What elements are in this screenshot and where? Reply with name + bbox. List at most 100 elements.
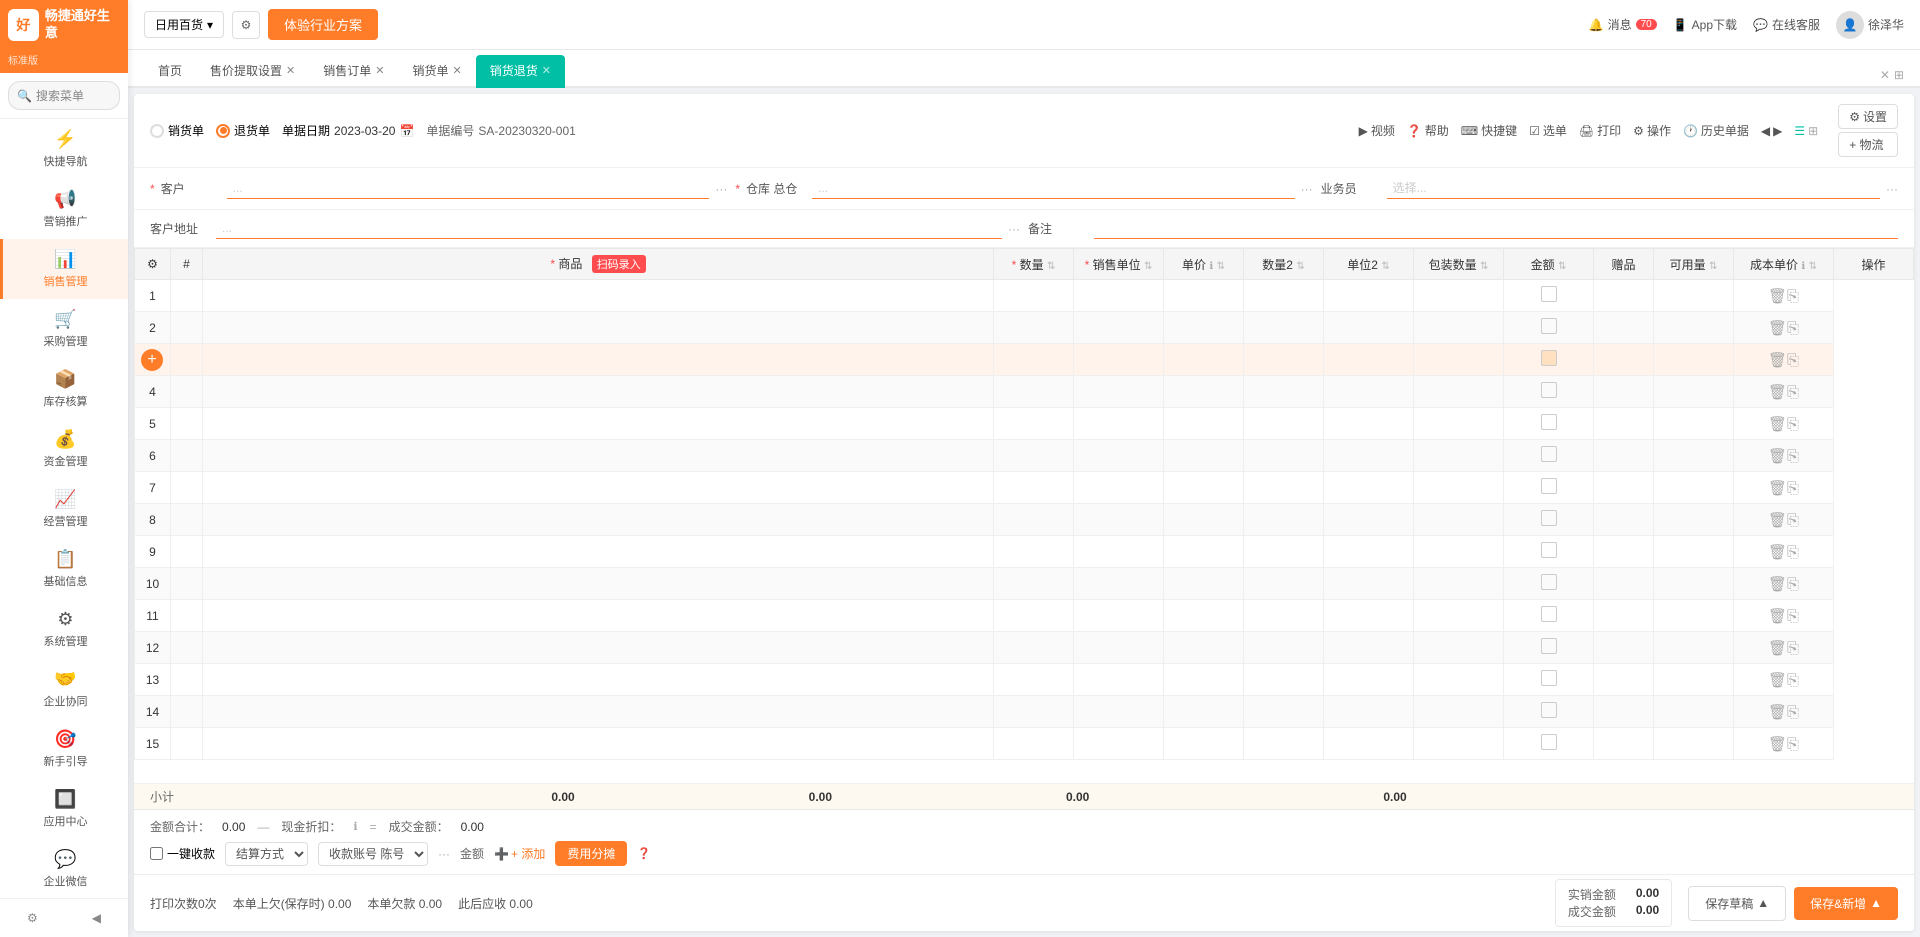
cell-gift[interactable]	[1504, 728, 1594, 760]
one-click-pay-checkbox[interactable]: 一键收款	[150, 845, 215, 862]
cell-pack-qty[interactable]	[1324, 376, 1414, 408]
cell-pack-qty[interactable]	[1324, 632, 1414, 664]
cell-unit2[interactable]	[1244, 568, 1324, 600]
cell-pack-qty[interactable]	[1324, 568, 1414, 600]
cell-qty[interactable]	[203, 408, 994, 440]
cell-gift[interactable]	[1504, 536, 1594, 568]
sidebar-item-wechat[interactable]: 💬 企业微信	[0, 839, 128, 898]
gift-checkbox[interactable]	[1541, 478, 1557, 494]
account-picker-btn[interactable]: ···	[438, 847, 450, 861]
copy-row-btn[interactable]: ⎘	[1787, 352, 1799, 369]
gift-checkbox[interactable]	[1541, 702, 1557, 718]
delete-row-btn[interactable]: 🗑	[1768, 320, 1787, 337]
cell-unit2[interactable]	[1244, 408, 1324, 440]
cell-product[interactable]	[171, 568, 203, 600]
copy-row-btn[interactable]: ⎘	[1787, 448, 1799, 465]
cell-unit2[interactable]	[1244, 312, 1324, 344]
cell-price[interactable]	[1074, 344, 1164, 376]
cell-product[interactable]	[171, 280, 203, 312]
cell-price[interactable]	[1074, 568, 1164, 600]
note-input[interactable]	[1094, 218, 1898, 239]
exp-btn[interactable]: 体验行业方案	[268, 9, 378, 40]
user-profile-btn[interactable]: 👤 徐泽华	[1836, 11, 1904, 39]
delete-row-btn[interactable]: 🗑	[1768, 640, 1787, 657]
date-value[interactable]: 2023-03-20	[334, 124, 395, 138]
cell-price[interactable]	[1074, 664, 1164, 696]
delete-row-btn[interactable]: 🗑	[1768, 288, 1787, 305]
cell-unit2[interactable]	[1244, 696, 1324, 728]
cell-amount[interactable]	[1414, 472, 1504, 504]
gift-checkbox[interactable]	[1541, 734, 1557, 750]
copy-row-btn[interactable]: ⎘	[1787, 704, 1799, 721]
cell-qty[interactable]	[203, 344, 994, 376]
delete-row-btn[interactable]: 🗑	[1768, 448, 1787, 465]
copy-row-btn[interactable]: ⎘	[1787, 480, 1799, 497]
cell-price[interactable]	[1074, 280, 1164, 312]
cell-amount[interactable]	[1414, 536, 1504, 568]
delete-row-btn[interactable]: 🗑	[1768, 416, 1787, 433]
cell-qty2[interactable]	[1164, 408, 1244, 440]
cell-pack-qty[interactable]	[1324, 344, 1414, 376]
cell-gift[interactable]	[1504, 312, 1594, 344]
gift-checkbox[interactable]	[1541, 542, 1557, 558]
copy-row-btn[interactable]: ⎘	[1787, 608, 1799, 625]
cell-qty2[interactable]	[1164, 568, 1244, 600]
delete-row-btn[interactable]: 🗑	[1768, 576, 1787, 593]
tab-sales-slip-close[interactable]: ✕	[453, 64, 462, 77]
gift-checkbox[interactable]	[1541, 414, 1557, 430]
cell-gift[interactable]	[1504, 632, 1594, 664]
cell-product[interactable]	[171, 536, 203, 568]
delete-row-btn[interactable]: 🗑	[1768, 384, 1787, 401]
calendar-icon[interactable]: 📅	[399, 124, 414, 138]
cell-sale-unit[interactable]	[994, 696, 1074, 728]
tab-home[interactable]: 首页	[144, 55, 196, 88]
amount-sort-icon[interactable]: ⇅	[1558, 261, 1566, 272]
cell-qty[interactable]	[203, 312, 994, 344]
cell-sale-unit[interactable]	[994, 728, 1074, 760]
gift-checkbox[interactable]	[1541, 350, 1557, 366]
cell-qty[interactable]	[203, 664, 994, 696]
print-btn[interactable]: 🖨 打印	[1579, 122, 1621, 139]
radio-return-slip[interactable]: 退货单	[216, 122, 270, 139]
gift-checkbox[interactable]	[1541, 574, 1557, 590]
cell-qty[interactable]	[203, 280, 994, 312]
cell-product[interactable]	[171, 728, 203, 760]
cell-amount[interactable]	[1414, 632, 1504, 664]
cell-amount[interactable]	[1414, 312, 1504, 344]
cell-price[interactable]	[1074, 472, 1164, 504]
operation-btn[interactable]: ⚙ 操作	[1633, 122, 1671, 139]
cell-sale-unit[interactable]	[994, 472, 1074, 504]
delete-row-btn[interactable]: 🗑	[1768, 672, 1787, 689]
sidebar-item-operations[interactable]: 📈 经营管理	[0, 479, 128, 539]
sidebar-item-purchase[interactable]: 🛒 采购管理	[0, 299, 128, 359]
cell-price[interactable]	[1074, 312, 1164, 344]
cell-pack-qty[interactable]	[1324, 696, 1414, 728]
gift-checkbox[interactable]	[1541, 670, 1557, 686]
topbar-gear-btn[interactable]: ⚙	[232, 11, 260, 39]
cell-gift[interactable]	[1504, 376, 1594, 408]
price-sort-icon[interactable]: ⇅	[1217, 261, 1225, 272]
delete-row-btn[interactable]: 🗑	[1768, 544, 1787, 561]
cell-sale-unit[interactable]	[994, 280, 1074, 312]
cell-sale-unit[interactable]	[994, 536, 1074, 568]
cell-gift[interactable]	[1504, 280, 1594, 312]
cell-sale-unit[interactable]	[994, 312, 1074, 344]
cell-qty2[interactable]	[1164, 600, 1244, 632]
add-row-btn[interactable]: +	[141, 349, 163, 371]
cell-unit2[interactable]	[1244, 280, 1324, 312]
sidebar-item-appcenter[interactable]: 🔲 应用中心	[0, 779, 128, 839]
cell-unit2[interactable]	[1244, 664, 1324, 696]
address-input[interactable]	[216, 218, 1002, 239]
copy-row-btn[interactable]: ⎘	[1787, 544, 1799, 561]
cell-qty2[interactable]	[1164, 504, 1244, 536]
sidebar-item-basics[interactable]: 📋 基础信息	[0, 539, 128, 599]
cell-qty2[interactable]	[1164, 312, 1244, 344]
salesperson-picker-btn[interactable]: ···	[1886, 182, 1898, 196]
cell-qty2[interactable]	[1164, 440, 1244, 472]
cell-gift[interactable]	[1504, 472, 1594, 504]
gift-checkbox[interactable]	[1541, 510, 1557, 526]
cell-amount[interactable]	[1414, 280, 1504, 312]
cell-product[interactable]	[171, 696, 203, 728]
cell-gift[interactable]	[1504, 344, 1594, 376]
cell-unit2[interactable]	[1244, 504, 1324, 536]
